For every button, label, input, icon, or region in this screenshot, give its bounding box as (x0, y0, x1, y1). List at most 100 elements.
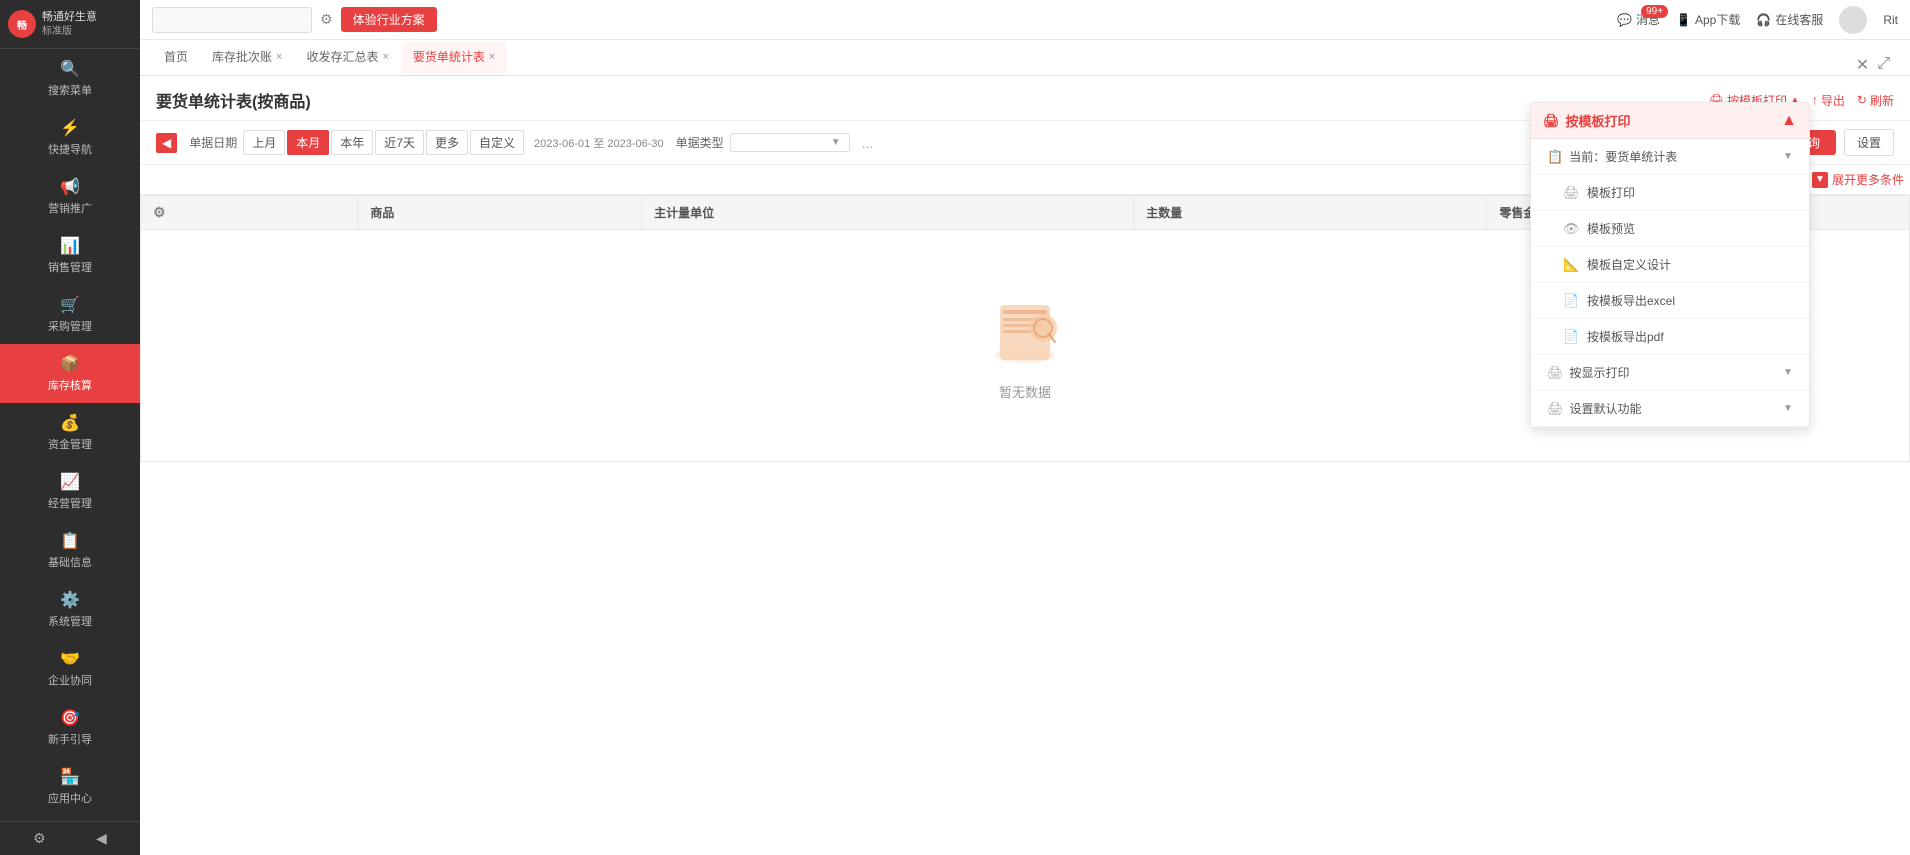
sidebar-item-system[interactable]: ⚙️系统管理 (0, 580, 140, 639)
dropdown-subitem-default-settings[interactable]: 🖨设置默认功能▼ (1531, 391, 1809, 427)
sidebar-item-search[interactable]: 🔍搜索菜单 (0, 49, 140, 108)
sidebar-item-marketing[interactable]: 📢营销推广 (0, 167, 140, 226)
dropdown-item-template-design[interactable]: 📐模板自定义设计 (1531, 247, 1809, 283)
sidebar-item-sales[interactable]: 📊销售管理 (0, 226, 140, 285)
avatar[interactable] (1839, 6, 1867, 34)
sidebar: 畅 畅通好生意 标准版 🔍搜索菜单⚡快捷导航📢营销推广📊销售管理🛒采购管理📦库存… (0, 0, 140, 855)
sidebar-item-quick-nav[interactable]: ⚡快捷导航 (0, 108, 140, 167)
username-label: Rit (1883, 13, 1898, 27)
date-btn-本年[interactable]: 本年 (331, 130, 373, 155)
dropdown-subitem-display-print[interactable]: 🖨按显示打印▼ (1531, 355, 1809, 391)
tab-close-receipts-summary[interactable]: × (382, 51, 388, 63)
date-btn-近7天[interactable]: 近7天 (375, 130, 424, 155)
dropdown-title: 🖨 按模板打印 (1543, 111, 1631, 130)
date-btn-更多[interactable]: 更多 (426, 130, 468, 155)
current-arrow-icon: ▼ (1783, 151, 1793, 162)
sidebar-item-guide[interactable]: 🎯新手引导 (0, 698, 140, 757)
sidebar-collapse-btn[interactable]: ◀ (96, 830, 107, 847)
sidebar-footer: ⚙ ◀ (0, 821, 140, 855)
sidebar-item-inventory[interactable]: 📦库存核算 (0, 344, 140, 403)
dropdown-item-template-export-pdf[interactable]: 📄按模板导出pdf (1531, 319, 1809, 355)
dropdown-item-template-export-excel[interactable]: 📄按模板导出excel (1531, 283, 1809, 319)
date-filter-label: 单据日期 (189, 134, 237, 151)
app-title: 畅通好生意 标准版 (42, 10, 97, 37)
table-col-3: 主数量 (1134, 196, 1487, 230)
sidebar-item-purchase[interactable]: 🛒采购管理 (0, 285, 140, 344)
table-col-2: 主计量单位 (642, 196, 1134, 230)
sidebar-header: 畅 畅通好生意 标准版 (0, 0, 140, 49)
dropdown-close-btn[interactable]: ▲ (1781, 112, 1797, 130)
sidebar-item-basic[interactable]: 📋基础信息 (0, 521, 140, 580)
export-icon: ↑ (1812, 93, 1818, 107)
sidebar-settings-btn[interactable]: ⚙ (33, 830, 46, 847)
tab-inventory-batch[interactable]: 库存批次账× (200, 42, 294, 73)
inventory-icon: 📦 (60, 354, 80, 374)
dropdown-header: 🖨 按模板打印 ▲ (1531, 103, 1809, 139)
sidebar-item-finance[interactable]: 💰资金管理 (0, 403, 140, 462)
date-btn-本月[interactable]: 本月 (287, 130, 329, 155)
print-dropdown-menu: 🖨 按模板打印 ▲ 📋 当前：要货单统计表 ▼ 🖨模板打印👁模板预览📐模板自定义… (1530, 102, 1810, 428)
table-settings-icon[interactable]: ⚙ (153, 204, 166, 220)
type-select-arrow: ▼ (831, 137, 841, 148)
window-maximize-btn[interactable]: ⤢ (1877, 55, 1890, 75)
expand-arrow-icon: ▼ (1812, 172, 1828, 188)
template-design-icon: 📐 (1563, 257, 1579, 273)
window-minimize-btn[interactable]: ✕ (1856, 55, 1869, 75)
trial-button[interactable]: 体验行业方案 (341, 7, 437, 32)
system-icon: ⚙️ (60, 590, 80, 610)
export-btn[interactable]: ↑ 导出 (1812, 92, 1845, 109)
tab-home[interactable]: 首页 (152, 42, 200, 73)
tab-close-requisition-stats[interactable]: × (489, 51, 495, 63)
expand-filter-btn[interactable]: ▼ 展开更多条件 (1812, 171, 1904, 188)
topbar: ⚙ 体验行业方案 💬 消息 99+ 📱 App下载 🎧 在线客服 Rit (140, 0, 1910, 40)
filter-more-btn[interactable]: ... (862, 135, 874, 151)
operation-icon: 📈 (60, 472, 80, 492)
date-btn-自定义[interactable]: 自定义 (470, 130, 524, 155)
refresh-icon: ↻ (1857, 93, 1867, 107)
topbar-right: 💬 消息 99+ 📱 App下载 🎧 在线客服 Rit (1617, 6, 1898, 34)
messages-btn[interactable]: 💬 消息 99+ (1617, 11, 1660, 28)
app-logo: 畅 (8, 10, 36, 38)
purchase-icon: 🛒 (60, 295, 80, 315)
app-download-btn[interactable]: 📱 App下载 (1676, 11, 1740, 28)
date-range-label: 2023-06-01 至 2023-06-30 (534, 135, 664, 151)
sidebar-item-collab[interactable]: 🤝企业协同 (0, 639, 140, 698)
refresh-btn[interactable]: ↻ 刷新 (1857, 92, 1894, 109)
finance-icon: 💰 (60, 413, 80, 433)
type-filter-label: 单据类型 (676, 134, 724, 151)
current-icon: 📋 (1547, 149, 1563, 165)
template-export-excel-icon: 📄 (1563, 293, 1579, 309)
sidebar-item-appstore[interactable]: 🏪应用中心 (0, 757, 140, 816)
online-service-btn[interactable]: 🎧 在线客服 (1756, 11, 1823, 28)
default-settings-icon: 🖨 (1547, 401, 1564, 417)
dropdown-current-item[interactable]: 📋 当前：要货单统计表 ▼ (1531, 139, 1809, 175)
headset-icon: 🎧 (1756, 13, 1771, 27)
gear-icon[interactable]: ⚙ (320, 11, 333, 28)
dropdown-item-template-preview[interactable]: 👁模板预览 (1531, 211, 1809, 247)
message-badge: 99+ (1641, 5, 1668, 18)
dropdown-item-template-print[interactable]: 🖨模板打印 (1531, 175, 1809, 211)
sidebar-nav: 🔍搜索菜单⚡快捷导航📢营销推广📊销售管理🛒采购管理📦库存核算💰资金管理📈经营管理… (0, 49, 140, 821)
default-settings-arrow: ▼ (1783, 403, 1793, 414)
search-input[interactable] (152, 7, 312, 33)
date-filter-section: 单据日期 上月本月本年近7天更多自定义 2023-06-01 至 2023-06… (189, 130, 663, 155)
sidebar-item-operation[interactable]: 📈经营管理 (0, 462, 140, 521)
tabs-bar: 首页库存批次账×收发存汇总表×要货单统计表× ✕ ⤢ (140, 40, 1910, 76)
date-btn-上月[interactable]: 上月 (243, 130, 285, 155)
type-select[interactable]: ▼ (730, 133, 850, 152)
sales-icon: 📊 (60, 236, 80, 256)
tab-receipts-summary[interactable]: 收发存汇总表× (294, 42, 400, 73)
tab-close-inventory-batch[interactable]: × (276, 51, 282, 63)
page-title: 要货单统计表(按商品) (156, 88, 311, 112)
settings-btn[interactable]: 设置 (1844, 129, 1894, 156)
empty-illustration (975, 290, 1075, 370)
quick-nav-icon: ⚡ (60, 118, 80, 138)
message-icon: 💬 (1617, 13, 1632, 27)
appstore-icon: 🏪 (60, 767, 80, 787)
template-preview-icon: 👁 (1563, 221, 1579, 237)
guide-icon: 🎯 (60, 708, 80, 728)
display-print-arrow: ▼ (1783, 367, 1793, 378)
tab-requisition-stats[interactable]: 要货单统计表× (401, 42, 507, 73)
filter-collapse-btn[interactable]: ◀ (156, 133, 177, 153)
printer-header-icon: 🖨 (1543, 113, 1560, 129)
